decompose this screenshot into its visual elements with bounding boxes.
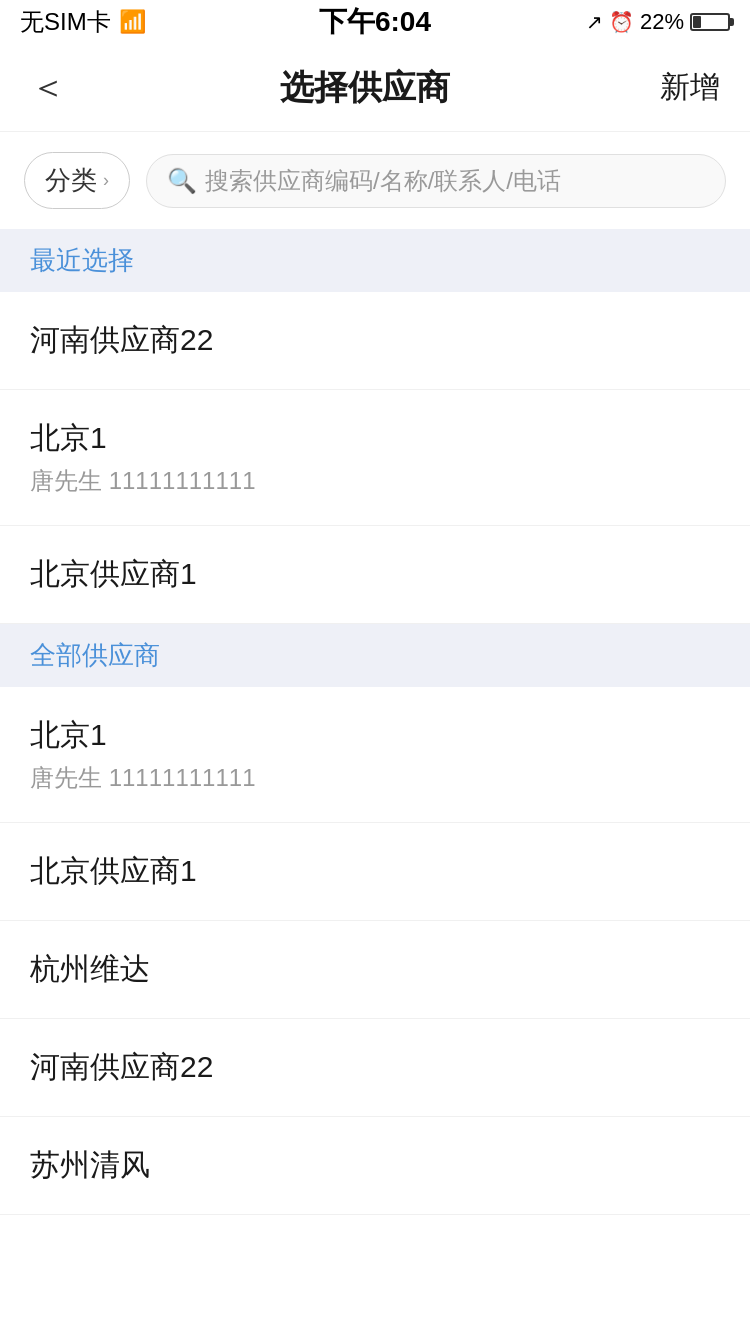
wifi-icon: 📶	[119, 9, 146, 35]
all-list-item[interactable]: 北京1 唐先生 11111111111	[0, 687, 750, 823]
all-list-item[interactable]: 北京供应商1	[0, 823, 750, 921]
status-right: ↗ ⏰ 22%	[586, 9, 730, 35]
status-time: 下午6:04	[319, 3, 431, 41]
all-item-name-4: 苏州清风	[30, 1145, 720, 1186]
page-title: 选择供应商	[280, 65, 450, 111]
carrier-label: 无SIM卡	[20, 6, 111, 38]
item-name-0: 河南供应商22	[30, 320, 720, 361]
chevron-right-icon: ›	[103, 170, 109, 191]
all-item-name-0: 北京1	[30, 715, 720, 756]
search-input-box[interactable]: 🔍 搜索供应商编码/名称/联系人/电话	[146, 154, 726, 208]
all-item-name-1: 北京供应商1	[30, 851, 720, 892]
battery-percent: 22%	[640, 9, 684, 35]
item-name-2: 北京供应商1	[30, 554, 720, 595]
recent-list-item[interactable]: 河南供应商22	[0, 292, 750, 390]
category-filter-button[interactable]: 分类 ›	[24, 152, 130, 209]
recent-items-list: 河南供应商22 北京1 唐先生 11111111111 北京供应商1	[0, 292, 750, 624]
status-bar: 无SIM卡 📶 下午6:04 ↗ ⏰ 22%	[0, 0, 750, 44]
all-item-name-2: 杭州维达	[30, 949, 720, 990]
all-list-item[interactable]: 苏州清风	[0, 1117, 750, 1215]
all-list-item[interactable]: 杭州维达	[0, 921, 750, 1019]
battery-icon	[690, 13, 730, 31]
add-button[interactable]: 新增	[640, 67, 720, 108]
status-left: 无SIM卡 📶	[20, 6, 146, 38]
category-label: 分类	[45, 163, 97, 198]
all-items-list: 北京1 唐先生 11111111111 北京供应商1 杭州维达河南供应商22 苏州清风	[0, 687, 750, 1215]
recent-list-item[interactable]: 北京供应商1	[0, 526, 750, 624]
back-button[interactable]: ＜	[30, 63, 90, 112]
alarm-icon: ⏰	[609, 10, 634, 34]
all-item-sub-0: 唐先生 11111111111	[30, 762, 720, 794]
all-section-header: 全部供应商	[0, 624, 750, 687]
search-icon: 🔍	[167, 167, 197, 195]
filter-bar: 分类 › 🔍 搜索供应商编码/名称/联系人/电话	[0, 132, 750, 229]
item-name-1: 北京1	[30, 418, 720, 459]
item-sub-1: 唐先生 11111111111	[30, 465, 720, 497]
recent-section-header: 最近选择	[0, 229, 750, 292]
all-item-name-3: 河南供应商22	[30, 1047, 720, 1088]
location-icon: ↗	[586, 10, 603, 34]
nav-bar: ＜ 选择供应商 新增	[0, 44, 750, 132]
search-placeholder: 搜索供应商编码/名称/联系人/电话	[205, 165, 561, 197]
all-list-item[interactable]: 河南供应商22	[0, 1019, 750, 1117]
recent-list-item[interactable]: 北京1 唐先生 11111111111	[0, 390, 750, 526]
